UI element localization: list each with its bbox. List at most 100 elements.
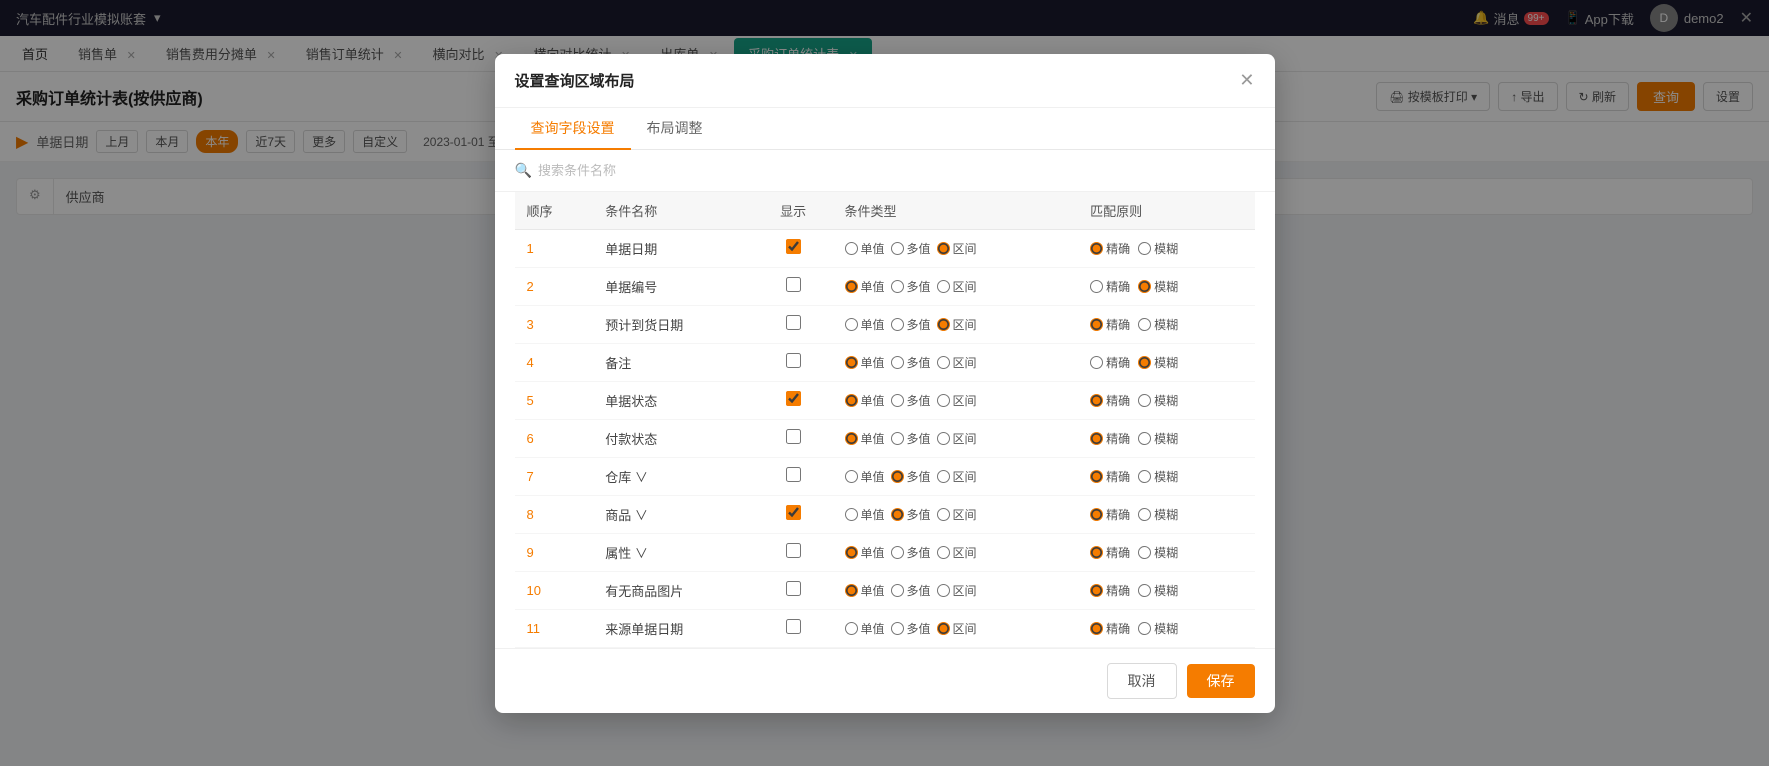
match-option-模糊-10[interactable]: 模糊	[1138, 620, 1178, 637]
type-option-单值-7[interactable]: 单值	[845, 506, 885, 523]
match-radio-精确-6[interactable]	[1090, 470, 1103, 483]
type-option-区间-7[interactable]: 区间	[937, 506, 977, 523]
match-option-精确-1[interactable]: 精确	[1090, 278, 1130, 295]
match-radio-精确-4[interactable]	[1090, 394, 1103, 407]
type-option-区间-10[interactable]: 区间	[937, 620, 977, 637]
type-radio-区间-4[interactable]	[937, 394, 950, 407]
match-radio-模糊-2[interactable]	[1138, 318, 1151, 331]
type-option-多值-4[interactable]: 多值	[891, 392, 931, 409]
type-radio-单值-9[interactable]	[845, 584, 858, 597]
match-option-精确-0[interactable]: 精确	[1090, 240, 1130, 257]
tab-layout-adjust[interactable]: 布局调整	[631, 108, 719, 150]
type-radio-单值-6[interactable]	[845, 470, 858, 483]
type-option-区间-5[interactable]: 区间	[937, 430, 977, 447]
type-option-区间-1[interactable]: 区间	[937, 278, 977, 295]
match-option-精确-3[interactable]: 精确	[1090, 354, 1130, 371]
match-radio-模糊-6[interactable]	[1138, 470, 1151, 483]
match-radio-精确-2[interactable]	[1090, 318, 1103, 331]
checkbox-10[interactable]	[786, 619, 801, 634]
type-option-区间-4[interactable]: 区间	[937, 392, 977, 409]
type-radio-多值-1[interactable]	[891, 280, 904, 293]
type-option-区间-8[interactable]: 区间	[937, 544, 977, 561]
type-option-多值-9[interactable]: 多值	[891, 582, 931, 599]
checkbox-9[interactable]	[786, 581, 801, 596]
match-option-模糊-5[interactable]: 模糊	[1138, 430, 1178, 447]
match-radio-精确-3[interactable]	[1090, 356, 1103, 369]
type-option-多值-6[interactable]: 多值	[891, 468, 931, 485]
type-option-多值-1[interactable]: 多值	[891, 278, 931, 295]
type-option-多值-7[interactable]: 多值	[891, 506, 931, 523]
match-option-精确-6[interactable]: 精确	[1090, 468, 1130, 485]
type-radio-多值-10[interactable]	[891, 622, 904, 635]
type-radio-多值-7[interactable]	[891, 508, 904, 521]
type-option-区间-2[interactable]: 区间	[937, 316, 977, 333]
row-display-6[interactable]	[754, 457, 833, 495]
match-radio-模糊-8[interactable]	[1138, 546, 1151, 559]
tab-query-fields[interactable]: 查询字段设置	[515, 108, 631, 150]
match-option-模糊-4[interactable]: 模糊	[1138, 392, 1178, 409]
match-option-模糊-6[interactable]: 模糊	[1138, 468, 1178, 485]
type-option-多值-0[interactable]: 多值	[891, 240, 931, 257]
type-option-区间-6[interactable]: 区间	[937, 468, 977, 485]
type-option-单值-2[interactable]: 单值	[845, 316, 885, 333]
match-option-模糊-9[interactable]: 模糊	[1138, 582, 1178, 599]
checkbox-2[interactable]	[786, 315, 801, 330]
type-radio-单值-10[interactable]	[845, 622, 858, 635]
match-option-精确-8[interactable]: 精确	[1090, 544, 1130, 561]
type-radio-单值-1[interactable]	[845, 280, 858, 293]
checkbox-8[interactable]	[786, 543, 801, 558]
match-radio-精确-9[interactable]	[1090, 584, 1103, 597]
type-option-单值-6[interactable]: 单值	[845, 468, 885, 485]
row-display-9[interactable]	[754, 571, 833, 609]
type-radio-区间-5[interactable]	[937, 432, 950, 445]
type-radio-区间-1[interactable]	[937, 280, 950, 293]
type-radio-单值-2[interactable]	[845, 318, 858, 331]
type-option-多值-10[interactable]: 多值	[891, 620, 931, 637]
match-option-精确-5[interactable]: 精确	[1090, 430, 1130, 447]
match-option-模糊-2[interactable]: 模糊	[1138, 316, 1178, 333]
search-input[interactable]	[538, 163, 738, 178]
match-radio-精确-10[interactable]	[1090, 622, 1103, 635]
row-display-1[interactable]	[754, 267, 833, 305]
type-radio-单值-4[interactable]	[845, 394, 858, 407]
row-display-3[interactable]	[754, 343, 833, 381]
type-radio-单值-8[interactable]	[845, 546, 858, 559]
match-radio-精确-5[interactable]	[1090, 432, 1103, 445]
type-option-多值-5[interactable]: 多值	[891, 430, 931, 447]
type-radio-单值-3[interactable]	[845, 356, 858, 369]
checkbox-0[interactable]	[786, 239, 801, 254]
type-radio-多值-9[interactable]	[891, 584, 904, 597]
type-option-多值-3[interactable]: 多值	[891, 354, 931, 371]
type-option-区间-3[interactable]: 区间	[937, 354, 977, 371]
type-option-单值-4[interactable]: 单值	[845, 392, 885, 409]
checkbox-1[interactable]	[786, 277, 801, 292]
type-option-多值-2[interactable]: 多值	[891, 316, 931, 333]
type-radio-多值-6[interactable]	[891, 470, 904, 483]
checkbox-4[interactable]	[786, 391, 801, 406]
type-radio-多值-0[interactable]	[891, 242, 904, 255]
match-radio-模糊-9[interactable]	[1138, 584, 1151, 597]
row-display-2[interactable]	[754, 305, 833, 343]
row-display-10[interactable]	[754, 609, 833, 647]
type-radio-区间-3[interactable]	[937, 356, 950, 369]
match-option-模糊-7[interactable]: 模糊	[1138, 506, 1178, 523]
match-option-精确-9[interactable]: 精确	[1090, 582, 1130, 599]
type-radio-单值-7[interactable]	[845, 508, 858, 521]
type-radio-多值-5[interactable]	[891, 432, 904, 445]
dialog-close-button[interactable]: ✕	[1239, 71, 1254, 89]
type-option-单值-8[interactable]: 单值	[845, 544, 885, 561]
type-radio-区间-9[interactable]	[937, 584, 950, 597]
match-radio-模糊-0[interactable]	[1138, 242, 1151, 255]
match-radio-精确-0[interactable]	[1090, 242, 1103, 255]
type-option-多值-8[interactable]: 多值	[891, 544, 931, 561]
match-radio-模糊-4[interactable]	[1138, 394, 1151, 407]
match-radio-精确-1[interactable]	[1090, 280, 1103, 293]
match-option-精确-2[interactable]: 精确	[1090, 316, 1130, 333]
type-radio-多值-8[interactable]	[891, 546, 904, 559]
match-radio-模糊-5[interactable]	[1138, 432, 1151, 445]
match-option-模糊-1[interactable]: 模糊	[1138, 278, 1178, 295]
type-option-区间-0[interactable]: 区间	[937, 240, 977, 257]
type-radio-单值-0[interactable]	[845, 242, 858, 255]
type-option-单值-1[interactable]: 单值	[845, 278, 885, 295]
type-option-单值-9[interactable]: 单值	[845, 582, 885, 599]
